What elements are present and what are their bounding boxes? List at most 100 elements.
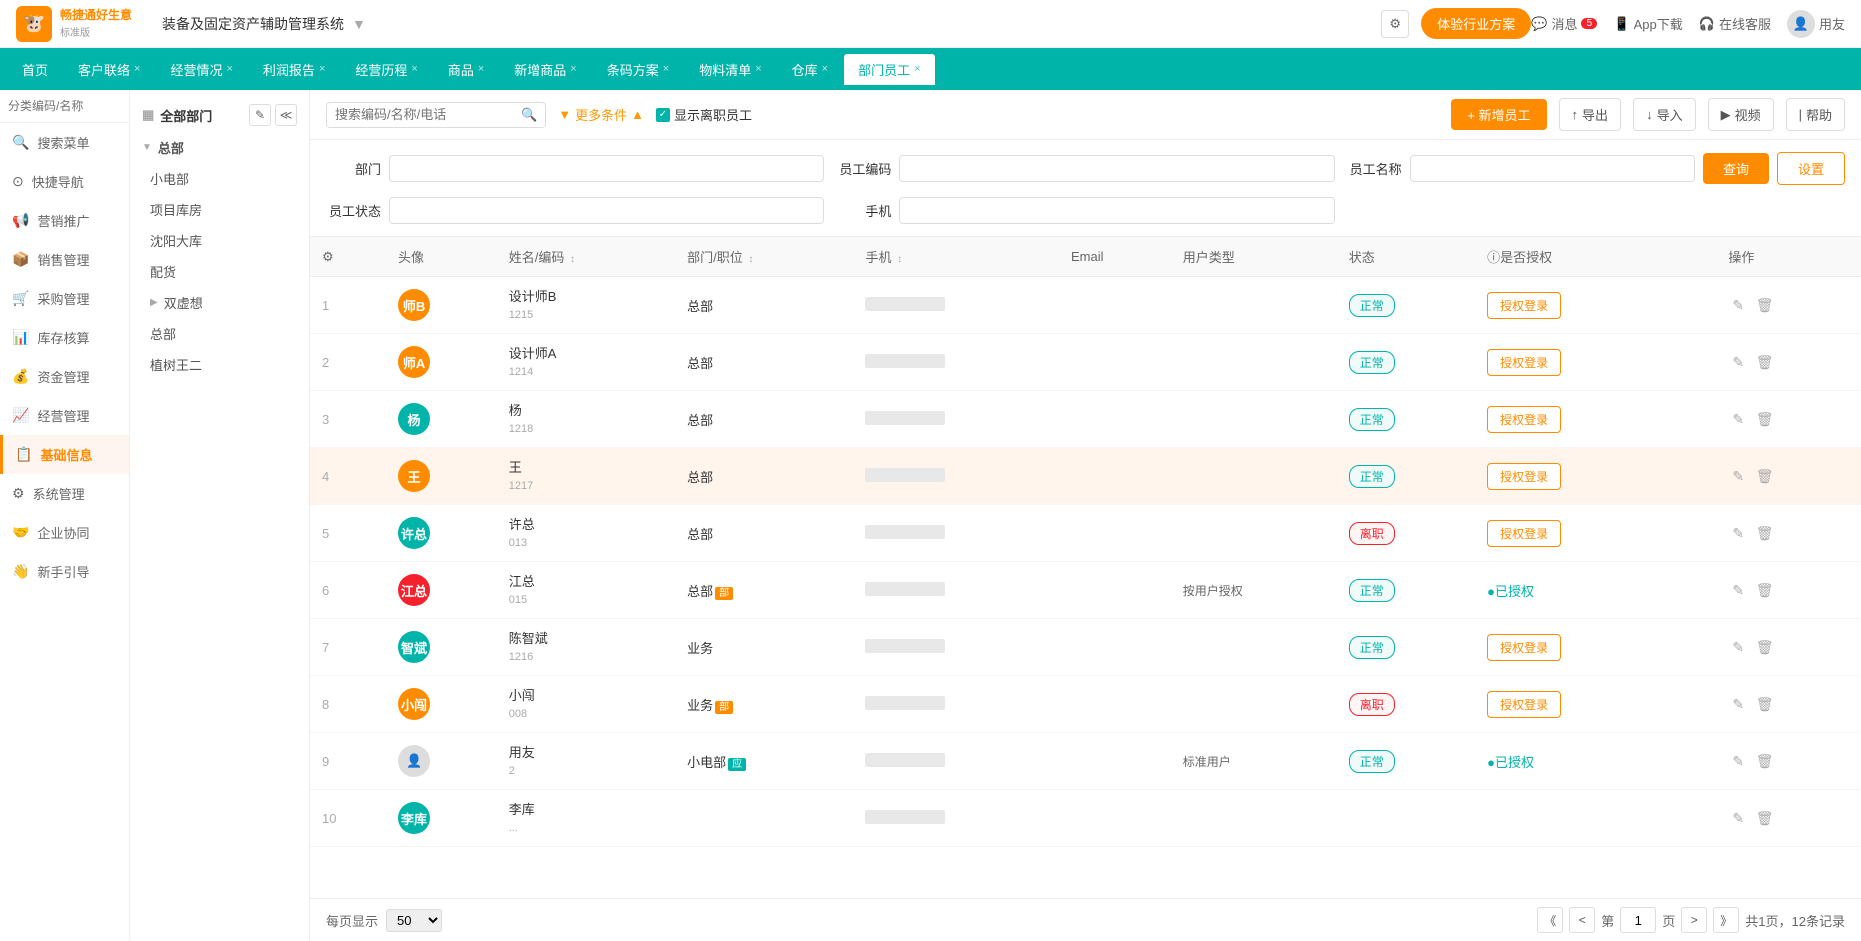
tree-node-root[interactable]: ▼ 总部: [130, 132, 309, 163]
user-avatar[interactable]: 👤 用友: [1787, 10, 1845, 38]
delete-btn[interactable]: 🗑: [1752, 295, 1778, 316]
edit-btn[interactable]: ✎: [1728, 694, 1748, 715]
row-auth[interactable]: 授权登录: [1475, 448, 1669, 505]
delete-btn[interactable]: 🗑: [1752, 523, 1778, 544]
tree-edit-btn[interactable]: ✎: [249, 104, 271, 126]
edit-btn[interactable]: ✎: [1728, 808, 1748, 829]
tree-node-project[interactable]: 项目库房: [130, 194, 309, 225]
online-service-button[interactable]: 🎧 在线客服: [1699, 14, 1771, 33]
message-button[interactable]: 💬 消息 5: [1531, 14, 1597, 33]
tree-collapse-btn[interactable]: ≪: [275, 104, 297, 126]
edit-btn[interactable]: ✎: [1728, 352, 1748, 373]
tree-node-peihuo[interactable]: 配货: [130, 256, 309, 287]
first-page-btn[interactable]: 《: [1537, 907, 1563, 933]
trial-button[interactable]: 体验行业方案: [1421, 8, 1531, 39]
row-auth[interactable]: 授权登录: [1475, 391, 1669, 448]
help-button[interactable]: | 帮助: [1786, 98, 1845, 131]
tab-barcode[interactable]: 条码方案 ×: [593, 54, 683, 85]
page-size-select[interactable]: 50 100: [386, 909, 442, 932]
auth-login-btn[interactable]: 授权登录: [1487, 292, 1561, 319]
sidebar-item-basic[interactable]: 📋基础信息: [0, 435, 129, 474]
edit-btn[interactable]: ✎: [1728, 580, 1748, 601]
sidebar-item-search[interactable]: 🔍搜索菜单: [0, 123, 129, 162]
sidebar-item-inventory[interactable]: 📊库存核算: [0, 318, 129, 357]
sidebar-item-manage[interactable]: 📈经营管理: [0, 396, 129, 435]
auth-login-btn[interactable]: 授权登录: [1487, 349, 1561, 376]
emp-name-input[interactable]: [1410, 155, 1695, 182]
last-page-btn[interactable]: 》: [1713, 907, 1739, 933]
sidebar-item-collab[interactable]: 🤝企业协同: [0, 513, 129, 552]
delete-btn[interactable]: 🗑: [1752, 694, 1778, 715]
sidebar-item-guide[interactable]: 👋新手引导: [0, 552, 129, 591]
filter-more-btn[interactable]: ▼ 更多条件 ▲: [558, 105, 644, 124]
app-download-button[interactable]: 📱 App下载: [1613, 14, 1682, 33]
emp-status-select[interactable]: [389, 197, 824, 224]
edit-btn[interactable]: ✎: [1728, 295, 1748, 316]
auth-login-btn[interactable]: 授权登录: [1487, 634, 1561, 661]
view-button[interactable]: ▶ 视频: [1708, 98, 1774, 131]
tree-node-xiaodian[interactable]: 小电部: [130, 163, 309, 194]
tab-history[interactable]: 经营历程 ×: [341, 54, 431, 85]
delete-btn[interactable]: 🗑: [1752, 808, 1778, 829]
row-status: 离职: [1337, 676, 1475, 733]
col-name[interactable]: 姓名/编码 ↕: [497, 237, 675, 277]
sidebar-item-nav[interactable]: ⊙快捷导航: [0, 162, 129, 201]
edit-btn[interactable]: ✎: [1728, 409, 1748, 430]
delete-btn[interactable]: 🗑: [1752, 637, 1778, 658]
sidebar-item-system[interactable]: ⚙系统管理: [0, 474, 129, 513]
prev-page-btn[interactable]: <: [1569, 907, 1595, 933]
tab-customer[interactable]: 客户联络 ×: [64, 54, 154, 85]
tree-node-zongbu[interactable]: 总部: [130, 318, 309, 349]
row-auth[interactable]: 授权登录: [1475, 505, 1669, 562]
col-dept[interactable]: 部门/职位 ↕: [675, 237, 853, 277]
col-phone[interactable]: 手机 ↕: [853, 237, 1059, 277]
edit-btn[interactable]: ✎: [1728, 751, 1748, 772]
row-auth[interactable]: 授权登录: [1475, 676, 1669, 733]
auth-login-btn[interactable]: 授权登录: [1487, 463, 1561, 490]
next-page-btn[interactable]: >: [1681, 907, 1707, 933]
tab-operation[interactable]: 经营情况 ×: [156, 54, 246, 85]
export-button[interactable]: ↑ 导出: [1559, 98, 1622, 131]
row-auth[interactable]: 授权登录: [1475, 619, 1669, 676]
tab-warehouse[interactable]: 仓库 ×: [778, 54, 842, 85]
tab-home[interactable]: 首页: [8, 54, 62, 85]
sidebar-item-marketing[interactable]: 📢营销推广: [0, 201, 129, 240]
edit-btn[interactable]: ✎: [1728, 466, 1748, 487]
tab-profit[interactable]: 利润报告 ×: [249, 54, 339, 85]
auth-login-btn[interactable]: 授权登录: [1487, 691, 1561, 718]
delete-btn[interactable]: 🗑: [1752, 751, 1778, 772]
sidebar-item-purchase[interactable]: 🛒采购管理: [0, 279, 129, 318]
phone-input[interactable]: [899, 197, 1334, 224]
emp-code-input[interactable]: [899, 155, 1334, 182]
add-employee-button[interactable]: + 新增员工: [1451, 99, 1546, 130]
delete-btn[interactable]: 🗑: [1752, 352, 1778, 373]
set-button[interactable]: 设置: [1777, 152, 1845, 185]
tab-department[interactable]: 部门员工 ×: [844, 54, 934, 85]
auth-login-btn[interactable]: 授权登录: [1487, 520, 1561, 547]
auth-login-btn[interactable]: 授权登录: [1487, 406, 1561, 433]
delete-btn[interactable]: 🗑: [1752, 466, 1778, 487]
col-settings[interactable]: ⚙: [310, 237, 386, 277]
tree-node-shenyang[interactable]: 沈阳大库: [130, 225, 309, 256]
row-auth[interactable]: 授权登录: [1475, 334, 1669, 391]
sidebar-item-sales[interactable]: 📦销售管理: [0, 240, 129, 279]
query-button[interactable]: 查询: [1703, 153, 1769, 184]
row-auth[interactable]: 授权登录: [1475, 277, 1669, 334]
delete-btn[interactable]: 🗑: [1752, 409, 1778, 430]
page-input[interactable]: [1620, 907, 1656, 933]
sidebar-item-finance[interactable]: 💰资金管理: [0, 357, 129, 396]
dept-select[interactable]: [389, 155, 824, 182]
edit-btn[interactable]: ✎: [1728, 523, 1748, 544]
edit-btn[interactable]: ✎: [1728, 637, 1748, 658]
delete-btn[interactable]: 🗑: [1752, 580, 1778, 601]
sidebar-search-input[interactable]: [8, 99, 130, 113]
search-input[interactable]: [335, 107, 515, 122]
tree-node-shuangxu[interactable]: ▶ 双虚想: [130, 287, 309, 318]
gear-button[interactable]: ⚙: [1381, 10, 1409, 38]
tab-add-goods[interactable]: 新增商品 ×: [500, 54, 590, 85]
tree-node-zhishu[interactable]: 植树王二: [130, 349, 309, 380]
tab-goods[interactable]: 商品 ×: [434, 54, 498, 85]
import-button[interactable]: ↓ 导入: [1633, 98, 1696, 131]
show-dimission-toggle[interactable]: ✓ 显示离职员工: [656, 105, 752, 124]
tab-bom[interactable]: 物料清单 ×: [685, 54, 775, 85]
